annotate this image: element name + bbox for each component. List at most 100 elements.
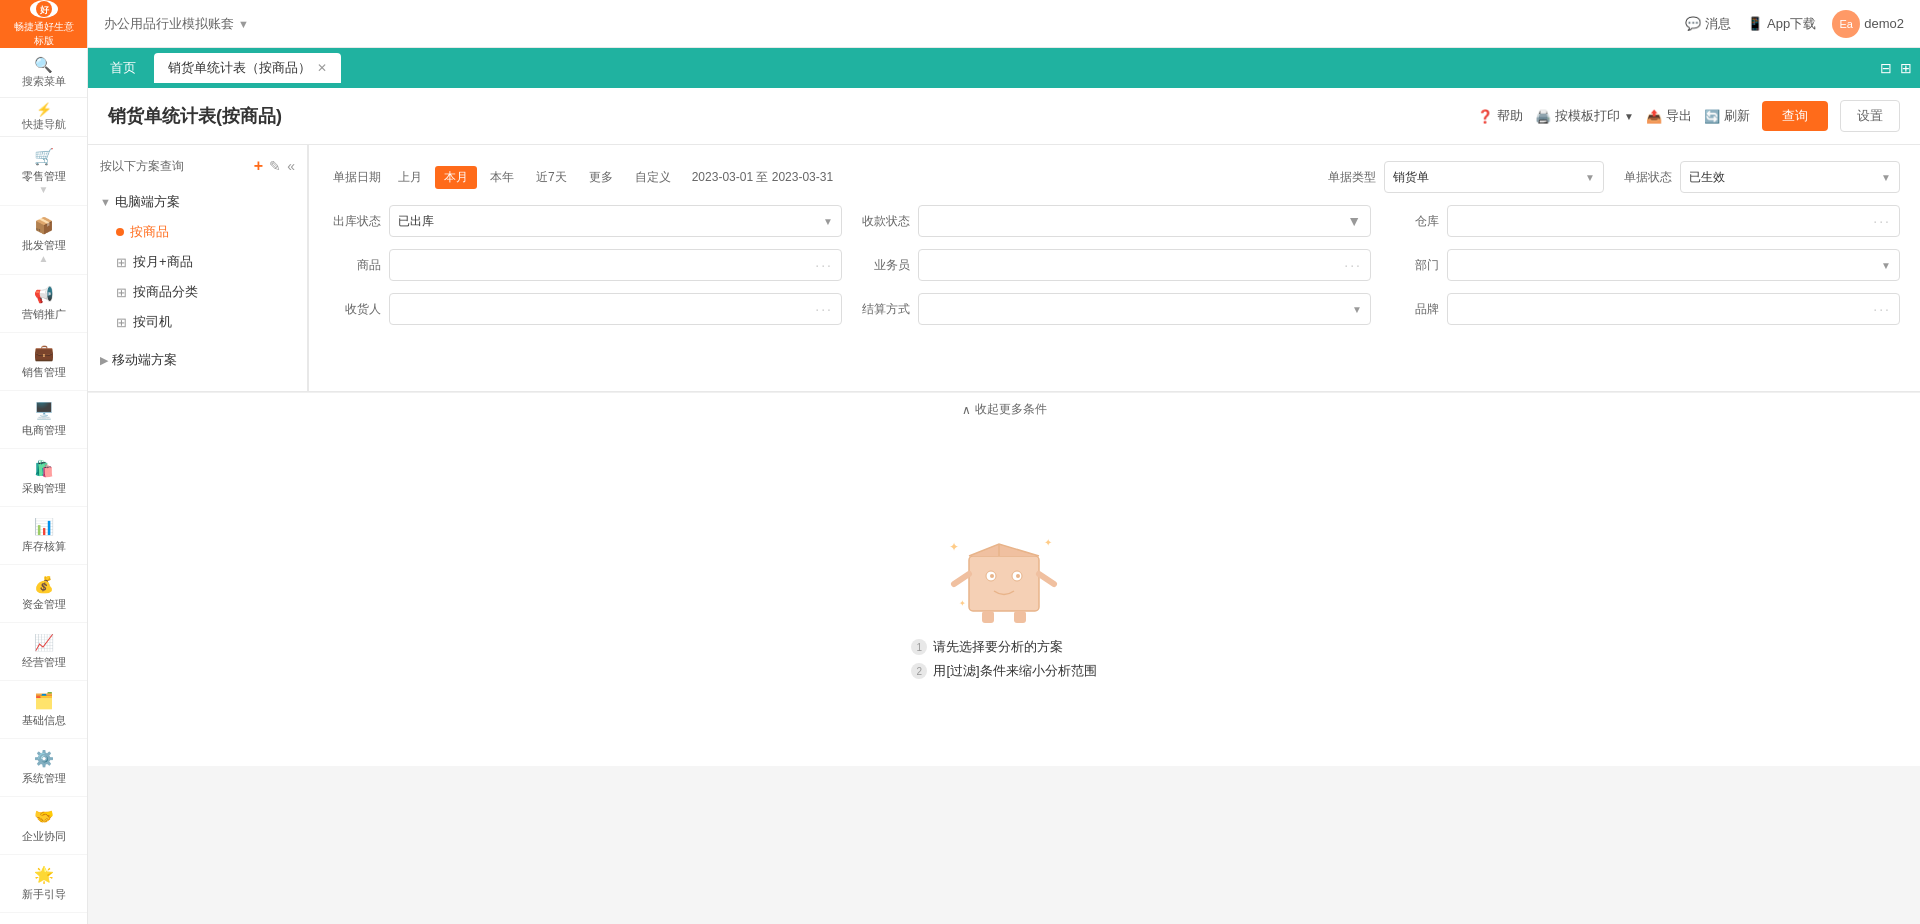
tab-minimize-icon[interactable]: ⊟ bbox=[1880, 60, 1892, 76]
brand-control[interactable]: ··· bbox=[1447, 293, 1900, 325]
group-collapsed-icon: ▶ bbox=[100, 354, 108, 367]
tab-sales-stat[interactable]: 销货单统计表（按商品） ✕ bbox=[154, 53, 341, 83]
svg-text:✦: ✦ bbox=[1044, 537, 1052, 548]
sidebar-item-inventory[interactable]: 📊 库存核算 bbox=[0, 507, 87, 565]
svg-rect-2 bbox=[969, 556, 1039, 611]
help-icon: ❓ bbox=[1477, 109, 1493, 124]
date-tag-7days[interactable]: 近7天 bbox=[527, 166, 576, 189]
search-menu-item[interactable]: 🔍 搜索菜单 bbox=[0, 48, 87, 98]
main-content: 办公用品行业模拟账套 ▼ 💬 消息 📱 App下载 Ea demo2 首页 bbox=[88, 0, 1920, 924]
sidebar-item-purchase[interactable]: 🛍️ 采购管理 bbox=[0, 449, 87, 507]
sidebar-item-wholesale[interactable]: 📦 批发管理 ▲ bbox=[0, 206, 87, 275]
quick-nav-item[interactable]: ⚡ 快捷导航 bbox=[0, 98, 87, 137]
filter-group-receipt: 收款状态 ▼ bbox=[858, 205, 1371, 237]
receipt-control[interactable]: ▼ bbox=[918, 205, 1371, 237]
scheme-group-desktop: ▼ 电脑端方案 按商品 ⊞ 按月+商品 ⊞ 按商品分类 bbox=[88, 183, 307, 341]
stock-control[interactable]: 已出库 ▼ bbox=[389, 205, 842, 237]
sidebar-item-basic[interactable]: 🗂️ 基础信息 bbox=[0, 681, 87, 739]
message-button[interactable]: 💬 消息 bbox=[1685, 15, 1731, 33]
status-control[interactable]: 已生效 ▼ bbox=[1680, 161, 1900, 193]
operations-icon: 📈 bbox=[34, 633, 54, 652]
sidebar-item-ecommerce[interactable]: 🖥️ 电商管理 bbox=[0, 391, 87, 449]
type-label: 单据类型 bbox=[1324, 169, 1384, 186]
purchase-icon: 🛍️ bbox=[34, 459, 54, 478]
sidebar-item-cooperation[interactable]: 🤝 企业协同 bbox=[0, 797, 87, 855]
export-button[interactable]: 📤 导出 bbox=[1646, 107, 1692, 125]
filter-group-date: 单据日期 上月 本月 本年 近7天 更多 自定义 2023-03-01 至 20… bbox=[329, 166, 1308, 189]
date-tag-this-year[interactable]: 本年 bbox=[481, 166, 523, 189]
product-dots-icon: ··· bbox=[815, 257, 833, 273]
payment-control[interactable]: ▼ bbox=[918, 293, 1371, 325]
warehouse-dots-icon: ··· bbox=[1873, 213, 1891, 229]
date-tag-custom[interactable]: 自定义 bbox=[626, 166, 680, 189]
print-icon: 🖨️ bbox=[1535, 109, 1551, 124]
sidebar-item-finance[interactable]: 💰 资金管理 bbox=[0, 565, 87, 623]
dept-control[interactable]: ▼ bbox=[1447, 249, 1900, 281]
tab-home[interactable]: 首页 bbox=[96, 53, 150, 83]
tab-maximize-icon[interactable]: ⊞ bbox=[1900, 60, 1912, 76]
scheme-item-by-month-product[interactable]: ⊞ 按月+商品 bbox=[88, 247, 307, 277]
filter-group-staff: 业务员 ··· bbox=[858, 249, 1371, 281]
scheme-item-by-driver[interactable]: ⊞ 按司机 bbox=[88, 307, 307, 337]
sidebar-item-guide[interactable]: 🌟 新手引导 bbox=[0, 855, 87, 913]
guide-icon: 🌟 bbox=[34, 865, 54, 884]
account-dropdown[interactable]: 办公用品行业模拟账套 ▼ bbox=[104, 15, 249, 33]
filter-group-warehouse: 仓库 ··· bbox=[1387, 205, 1900, 237]
warehouse-label: 仓库 bbox=[1387, 213, 1447, 230]
date-tag-last-month[interactable]: 上月 bbox=[389, 166, 431, 189]
cooperation-icon: 🤝 bbox=[34, 807, 54, 826]
product-label: 商品 bbox=[329, 257, 389, 274]
filter-body: 按以下方案查询 + ✎ « ▼ 电脑端方案 按商品 bbox=[88, 145, 1920, 392]
sidebar-item-sales[interactable]: 💼 销售管理 bbox=[0, 333, 87, 391]
user-profile[interactable]: Ea demo2 bbox=[1832, 10, 1904, 38]
staff-control[interactable]: ··· bbox=[918, 249, 1371, 281]
payment-dropdown-icon: ▼ bbox=[1352, 304, 1362, 315]
scheme-group-desktop-title[interactable]: ▼ 电脑端方案 bbox=[88, 187, 307, 217]
avatar: Ea bbox=[1832, 10, 1860, 38]
sidebar-item-marketing[interactable]: 📢 营销推广 bbox=[0, 275, 87, 333]
scheme-group-mobile-title[interactable]: ▶ 移动端方案 bbox=[88, 345, 307, 375]
page-actions: ❓ 帮助 🖨️ 按模板打印 ▼ 📤 导出 🔄 刷新 查询 设置 bbox=[1477, 100, 1900, 144]
scheme-add-icon[interactable]: + bbox=[254, 157, 263, 175]
app-download-button[interactable]: 📱 App下载 bbox=[1747, 15, 1816, 33]
settings-button[interactable]: 设置 bbox=[1840, 100, 1900, 132]
product-control[interactable]: ··· bbox=[389, 249, 842, 281]
sidebar: 好 畅捷通好生意 标版 🔍 搜索菜单 ⚡ 快捷导航 🛒 零售管理 ▼ 📦 批发管… bbox=[0, 0, 88, 924]
dept-dropdown-icon: ▼ bbox=[1881, 260, 1891, 271]
date-tag-this-month[interactable]: 本月 bbox=[435, 166, 477, 189]
date-tag-more[interactable]: 更多 bbox=[580, 166, 622, 189]
svg-point-6 bbox=[1016, 574, 1020, 578]
scheme-item-by-category[interactable]: ⊞ 按商品分类 bbox=[88, 277, 307, 307]
collapse-bar[interactable]: ∧ 收起更多条件 bbox=[88, 392, 1920, 426]
filter-group-payment: 结算方式 ▼ bbox=[858, 293, 1371, 325]
grid-icon: ⊞ bbox=[116, 255, 127, 270]
sidebar-item-operations[interactable]: 📈 经营管理 bbox=[0, 623, 87, 681]
system-icon: ⚙️ bbox=[34, 749, 54, 768]
chevron-down-icon: ▼ bbox=[238, 18, 249, 30]
tab-bar: 首页 销货单统计表（按商品） ✕ ⊟ ⊞ bbox=[88, 48, 1920, 88]
sidebar-item-appcenter[interactable]: 📱 应用中心 bbox=[0, 913, 87, 924]
svg-rect-8 bbox=[1014, 611, 1026, 623]
tab-expand-controls: ⊟ ⊞ bbox=[1880, 60, 1912, 76]
retail-icon: 🛒 bbox=[34, 147, 54, 166]
filter-row-1: 单据日期 上月 本月 本年 近7天 更多 自定义 2023-03-01 至 20… bbox=[329, 161, 1900, 193]
warehouse-control[interactable]: ··· bbox=[1447, 205, 1900, 237]
query-button[interactable]: 查询 bbox=[1762, 101, 1828, 131]
sidebar-item-system[interactable]: ⚙️ 系统管理 bbox=[0, 739, 87, 797]
scheme-header-actions: + ✎ « bbox=[254, 157, 295, 175]
filter-group-product: 商品 ··· bbox=[329, 249, 842, 281]
scheme-collapse-icon[interactable]: « bbox=[287, 158, 295, 174]
receiver-control[interactable]: ··· bbox=[389, 293, 842, 325]
payment-label: 结算方式 bbox=[858, 301, 918, 318]
help-button[interactable]: ❓ 帮助 bbox=[1477, 107, 1523, 125]
print-button[interactable]: 🖨️ 按模板打印 ▼ bbox=[1535, 107, 1634, 125]
tab-close-icon[interactable]: ✕ bbox=[317, 61, 327, 75]
scheme-header: 按以下方案查询 + ✎ « bbox=[88, 157, 307, 183]
scheme-item-by-product[interactable]: 按商品 bbox=[88, 217, 307, 247]
refresh-button[interactable]: 🔄 刷新 bbox=[1704, 107, 1750, 125]
scheme-edit-icon[interactable]: ✎ bbox=[269, 158, 281, 174]
sidebar-item-retail[interactable]: 🛒 零售管理 ▼ bbox=[0, 137, 87, 206]
type-control[interactable]: 销货单 ▼ bbox=[1384, 161, 1604, 193]
filter-group-status: 单据状态 已生效 ▼ bbox=[1620, 161, 1900, 193]
svg-point-5 bbox=[990, 574, 994, 578]
